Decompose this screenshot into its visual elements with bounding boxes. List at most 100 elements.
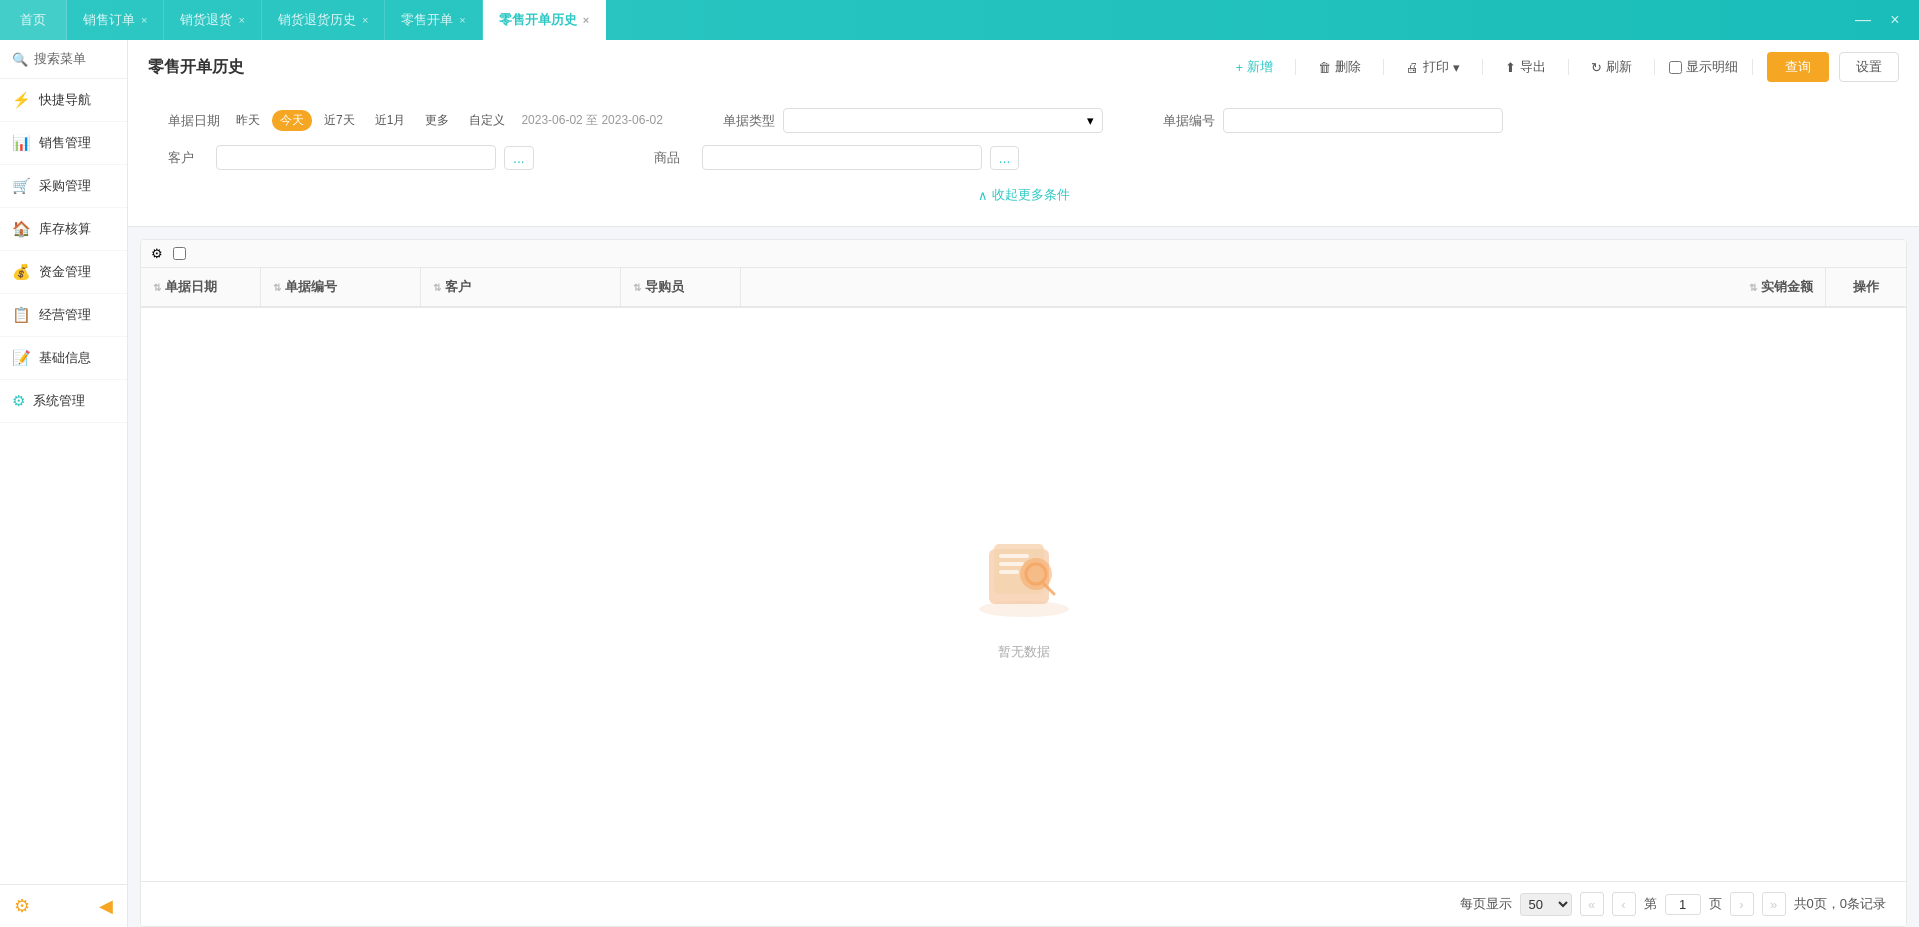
tab-retail-open-history[interactable]: 零售开单历史 ×: [483, 0, 606, 40]
filter-customer-item: 客户 ...: [168, 145, 534, 170]
sidebar-item-label-basic-info: 基础信息: [39, 349, 91, 367]
th-no-label: 单据编号: [285, 278, 337, 296]
purchase-mgmt-icon: 🛒: [12, 177, 31, 195]
th-date-sort-icon[interactable]: ⇅: [153, 282, 161, 293]
th-amount-sort-icon[interactable]: ⇅: [1749, 282, 1757, 293]
delete-button[interactable]: 🗑 删除: [1310, 54, 1369, 80]
last-page-button[interactable]: »: [1762, 892, 1786, 916]
pagination: 每页显示 50 10 20 100 « ‹ 第 页 ›: [141, 881, 1906, 926]
filter-order-no-item: 单据编号: [1163, 108, 1503, 133]
print-label: 打印: [1423, 58, 1449, 76]
search-icon: 🔍: [12, 52, 28, 67]
minimize-button[interactable]: —: [1851, 8, 1875, 32]
next-page-button[interactable]: ›: [1730, 892, 1754, 916]
tab-sales-return-history-close[interactable]: ×: [362, 14, 368, 26]
date-btn-more[interactable]: 更多: [417, 110, 457, 131]
collapse-sidebar-icon[interactable]: ◀: [99, 895, 113, 917]
tab-retail-open-history-close[interactable]: ×: [583, 14, 589, 26]
filter-customer-input[interactable]: [216, 145, 496, 170]
filter-order-type-select[interactable]: ▾: [783, 108, 1103, 133]
show-detail-checkbox-label[interactable]: 显示明细: [1669, 58, 1738, 76]
divider-1: [1295, 59, 1296, 75]
show-detail-label: 显示明细: [1686, 58, 1738, 76]
date-btn-today[interactable]: 今天: [272, 110, 312, 131]
sidebar-item-quick-nav[interactable]: ⚡ 快捷导航: [0, 79, 127, 122]
sidebar-item-sales-mgmt[interactable]: 📊 销售管理: [0, 122, 127, 165]
empty-illustration: [964, 529, 1084, 629]
divider-6: [1752, 59, 1753, 75]
page-number-input[interactable]: [1665, 894, 1701, 915]
collapse-label: 收起更多条件: [992, 186, 1070, 204]
tab-sales-return-close[interactable]: ×: [238, 14, 244, 26]
date-range-display: 2023-06-02 至 2023-06-02: [521, 112, 662, 129]
tab-retail-open-history-label: 零售开单历史: [499, 11, 577, 29]
top-tabs: 首页 销售订单 × 销货退货 × 销货退货历史 × 零售开单 × 零售开单历史 …: [0, 0, 1839, 40]
tab-sales-order[interactable]: 销售订单 ×: [67, 0, 164, 40]
date-btn-yesterday[interactable]: 昨天: [228, 110, 268, 131]
sidebar-item-business[interactable]: 📋 经营管理: [0, 294, 127, 337]
settings-button[interactable]: 设置: [1839, 52, 1899, 82]
sidebar-item-label-system: 系统管理: [33, 392, 85, 410]
filter-order-no-label: 单据编号: [1163, 112, 1215, 130]
sidebar-item-purchase-mgmt[interactable]: 🛒 采购管理: [0, 165, 127, 208]
refresh-button[interactable]: ↻ 刷新: [1583, 54, 1640, 80]
sidebar-item-inventory[interactable]: 🏠 库存核算: [0, 208, 127, 251]
filter-date-label: 单据日期: [168, 112, 220, 130]
last-page-icon: »: [1770, 897, 1777, 912]
filter-order-type-item: 单据类型 ▾: [723, 108, 1103, 133]
sidebar-search[interactable]: 🔍 搜索菜单: [0, 40, 127, 79]
add-button[interactable]: + 新增: [1227, 54, 1281, 80]
query-button[interactable]: 查询: [1767, 52, 1829, 82]
per-page-label: 每页显示: [1460, 895, 1512, 913]
th-no-sort-icon[interactable]: ⇅: [273, 282, 281, 293]
sidebar-item-system[interactable]: ⚙ 系统管理: [0, 380, 127, 423]
print-icon: 🖨: [1406, 60, 1419, 75]
sidebar-item-label-purchase-mgmt: 采购管理: [39, 177, 91, 195]
filter-product-input[interactable]: [702, 145, 982, 170]
date-btn-custom[interactable]: 自定义: [461, 110, 513, 131]
per-page-select[interactable]: 50 10 20 100: [1520, 893, 1572, 916]
tab-retail-open-close[interactable]: ×: [459, 14, 465, 26]
collapse-more-btn[interactable]: ∧ 收起更多条件: [168, 182, 1879, 214]
filter-product-ellipsis[interactable]: ...: [990, 146, 1020, 170]
filter-product-item: 商品 ...: [654, 145, 1020, 170]
filter-order-no-input[interactable]: [1223, 108, 1503, 133]
tab-sales-order-close[interactable]: ×: [141, 14, 147, 26]
th-customer-sort-icon[interactable]: ⇅: [433, 282, 441, 293]
add-label: 新增: [1247, 58, 1273, 76]
tab-home-label: 首页: [20, 11, 46, 29]
sidebar-item-label-quick-nav: 快捷导航: [39, 91, 91, 109]
print-button[interactable]: 🖨 打印 ▾: [1398, 54, 1468, 80]
total-label: 共0页，0条记录: [1794, 895, 1886, 913]
svg-rect-3: [999, 554, 1029, 558]
table-header: ⇅ 单据日期 ⇅ 单据编号 ⇅ 客户 ⇅ 导购员 ⇅ 实销金额: [141, 268, 1906, 308]
inventory-icon: 🏠: [12, 220, 31, 238]
page-title: 零售开单历史: [148, 57, 244, 78]
tab-sales-return-label: 销货退货: [180, 11, 232, 29]
date-btn-1month[interactable]: 近1月: [367, 110, 414, 131]
table-select-all-checkbox[interactable]: [173, 247, 186, 260]
prev-page-button[interactable]: ‹: [1612, 892, 1636, 916]
tab-retail-open[interactable]: 零售开单 ×: [385, 0, 482, 40]
export-button[interactable]: ⬆ 导出: [1497, 54, 1554, 80]
sidebar-bottom: ⚙ ◀: [0, 884, 127, 927]
tab-sales-return[interactable]: 销货退货 ×: [164, 0, 261, 40]
sidebar-item-finance[interactable]: 💰 资金管理: [0, 251, 127, 294]
filter-area: 单据日期 昨天 今天 近7天 近1月 更多 自定义 2023-06-02 至 2…: [148, 96, 1899, 226]
show-detail-checkbox[interactable]: [1669, 61, 1682, 74]
tab-home[interactable]: 首页: [0, 0, 67, 40]
divider-2: [1383, 59, 1384, 75]
date-btn-7days[interactable]: 近7天: [316, 110, 363, 131]
empty-text: 暂无数据: [998, 643, 1050, 661]
filter-customer-ellipsis[interactable]: ...: [504, 146, 534, 170]
page-header: 零售开单历史 + 新增 🗑 删除 🖨 打印 ▾: [128, 40, 1919, 227]
th-op-label: 操作: [1853, 278, 1879, 296]
close-button[interactable]: ×: [1883, 8, 1907, 32]
tab-sales-return-history[interactable]: 销货退货历史 ×: [262, 0, 385, 40]
table-settings-icon[interactable]: ⚙: [151, 246, 163, 261]
first-page-button[interactable]: «: [1580, 892, 1604, 916]
settings-bottom-icon[interactable]: ⚙: [14, 895, 30, 917]
th-guide-sort-icon[interactable]: ⇅: [633, 282, 641, 293]
sidebar-item-basic-info[interactable]: 📝 基础信息: [0, 337, 127, 380]
table-area: ⚙ ⇅ 单据日期 ⇅ 单据编号 ⇅ 客户 ⇅ 导购员: [140, 239, 1907, 927]
